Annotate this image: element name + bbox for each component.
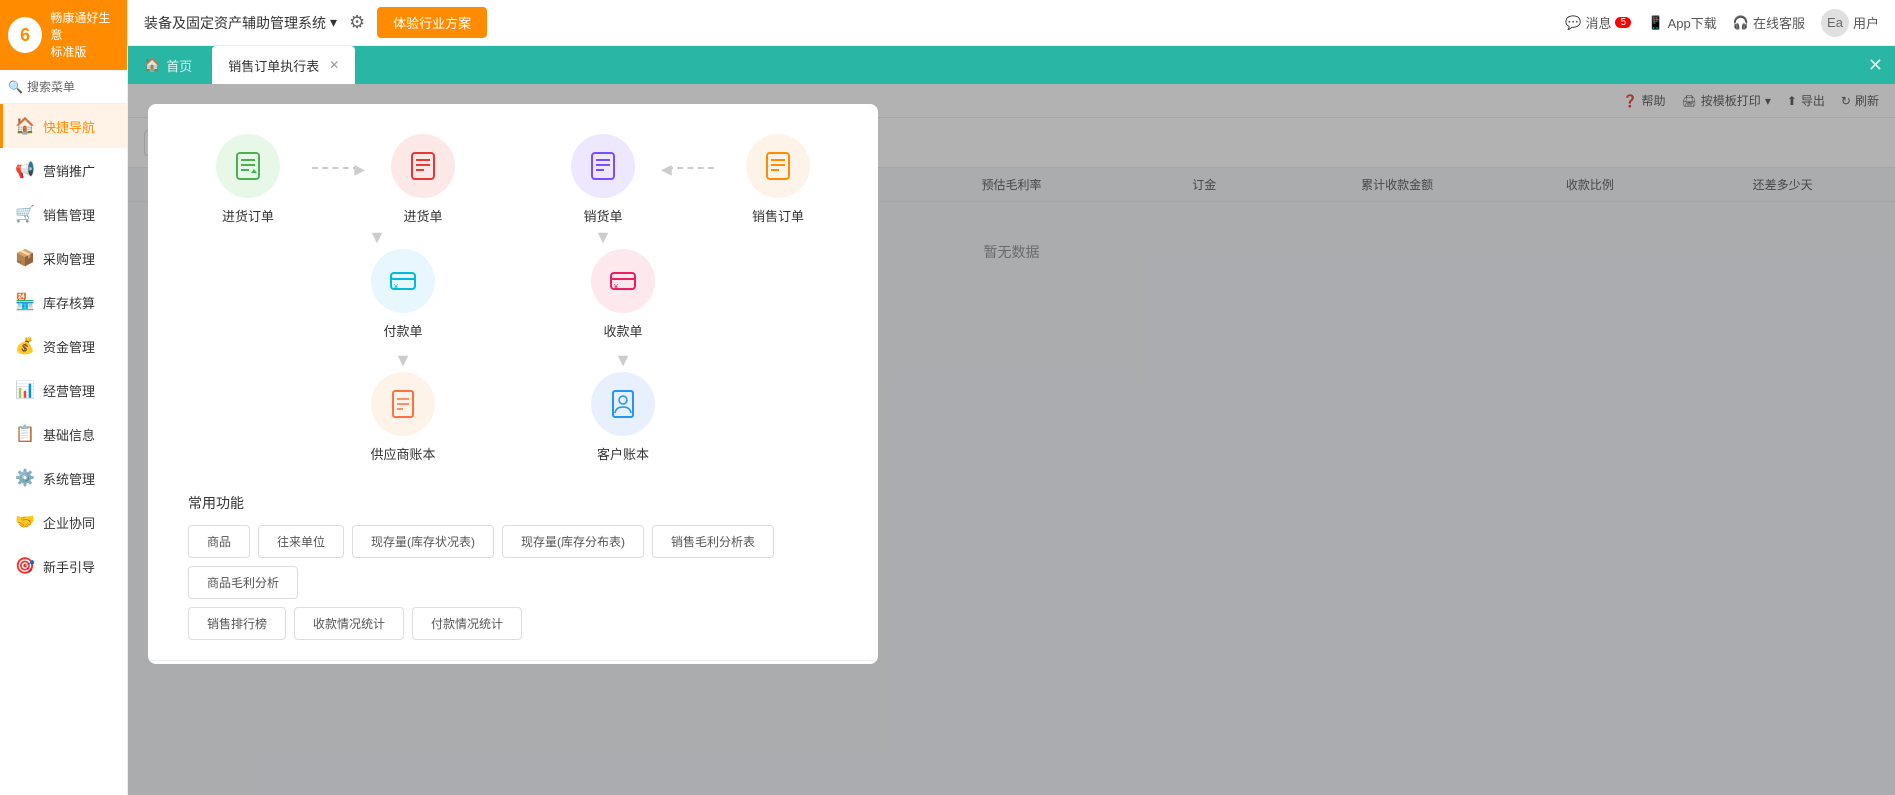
- top-bar-right: 💬 消息 5 📱 App下载 🎧 在线客服 Ea 用户: [1565, 9, 1879, 37]
- logo-text: 畅康通好生意 标准版: [50, 10, 119, 60]
- sidebar-item-basic-info[interactable]: 📋 基础信息: [0, 412, 127, 456]
- user-item[interactable]: Ea 用户: [1821, 9, 1879, 37]
- cf-btn-product-profit[interactable]: 商品毛利分析: [188, 566, 298, 599]
- dropdown-arrow-icon: ▾: [330, 14, 337, 31]
- flow-customer-ledger[interactable]: 客户账本: [563, 372, 683, 463]
- arrow-down-purchase: ▼: [368, 225, 386, 249]
- tab-bar-close-icon[interactable]: ✕: [1868, 55, 1883, 76]
- flow-payment[interactable]: ¥ 付款单: [343, 249, 463, 340]
- operations-icon: 📊: [15, 380, 35, 400]
- sidebar-item-inventory[interactable]: 🏪 库存核算: [0, 280, 127, 324]
- flow-purchase-order[interactable]: 进货订单: [188, 134, 308, 225]
- sidebar-item-enterprise[interactable]: 🤝 企业协同: [0, 500, 127, 544]
- main-area: 装备及固定资产辅助管理系统 ▾ ⚙ 体验行业方案 💬 消息 5 📱 App下载 …: [128, 0, 1895, 795]
- search-icon: 🔍: [8, 80, 23, 94]
- sales-order-icon: [746, 134, 810, 198]
- arrow-down-payment: ▼: [394, 348, 412, 372]
- cf-btn-party[interactable]: 往来单位: [258, 525, 344, 558]
- guide-icon: 🎯: [15, 556, 35, 576]
- sidebar-nav: 🏠 快捷导航 📢 营销推广 🛒 销售管理 📦 采购管理 🏪 库存核算 💰: [0, 104, 127, 795]
- cf-title: 常用功能: [188, 493, 838, 513]
- sales-icon: 🛒: [15, 204, 35, 224]
- tab-home[interactable]: 🏠 首页: [128, 46, 208, 84]
- home-icon: 🏠: [144, 57, 160, 73]
- flow-sales-order[interactable]: 销售订单: [718, 134, 838, 225]
- common-functions: 常用功能 商品 往来单位 现存量(库存状况表) 现存量(库存分布表) 销售毛利分…: [148, 493, 878, 660]
- cf-btn-stock-status[interactable]: 现存量(库存状况表): [352, 525, 494, 558]
- cf-btn-sales-rank[interactable]: 销售排行榜: [188, 607, 286, 640]
- tab-sales-order[interactable]: 销售订单执行表 ✕: [212, 46, 355, 84]
- arrow-down-sales: ▼: [594, 225, 612, 249]
- service-icon: 🎧: [1733, 15, 1749, 31]
- sidebar-item-guide[interactable]: 🎯 新手引导: [0, 544, 127, 588]
- cf-btn-sales-profit[interactable]: 销售毛利分析表: [652, 525, 774, 558]
- basic-info-icon: 📋: [15, 424, 35, 444]
- finance-icon: 💰: [15, 336, 35, 356]
- app-download-item[interactable]: 📱 App下载: [1647, 13, 1716, 32]
- system-icon: ⚙️: [15, 468, 35, 488]
- flow-supplier-ledger[interactable]: 供应商账本: [343, 372, 463, 463]
- experience-btn[interactable]: 体验行业方案: [377, 7, 487, 38]
- cf-btn-stock-dist[interactable]: 现存量(库存分布表): [502, 525, 644, 558]
- inventory-icon: 🏪: [15, 292, 35, 312]
- cf-btn-product[interactable]: 商品: [188, 525, 250, 558]
- system-title-text: 装备及固定资产辅助管理系统: [144, 13, 326, 33]
- sidebar: 6 畅康通好生意 标准版 🔍 搜索菜单 🏠 快捷导航 📢 营销推广 🛒 销售管理: [0, 0, 128, 795]
- logo-icon: 6: [8, 17, 42, 53]
- arrow-down-receipt: ▼: [614, 348, 632, 372]
- supplier-ledger-icon: [371, 372, 435, 436]
- cf-buttons-row2: 销售排行榜 收款情况统计 付款情况统计: [188, 607, 838, 640]
- flow-diagram: 进货订单 ▶ 进货单: [148, 104, 878, 493]
- sidebar-item-sales[interactable]: 🛒 销售管理: [0, 192, 127, 236]
- receipt-icon: ¥: [591, 249, 655, 313]
- purchase-order-icon: [216, 134, 280, 198]
- sales-bill-icon: [571, 134, 635, 198]
- payment-icon: ¥: [371, 249, 435, 313]
- customer-ledger-icon: [591, 372, 655, 436]
- message-item[interactable]: 💬 消息 5: [1565, 13, 1631, 32]
- online-service-item[interactable]: 🎧 在线客服: [1733, 13, 1805, 32]
- user-avatar: Ea: [1821, 9, 1849, 37]
- sidebar-item-finance[interactable]: 💰 资金管理: [0, 324, 127, 368]
- download-icon: 📱: [1647, 15, 1663, 31]
- flow-receipt[interactable]: ¥ 收款单: [563, 249, 683, 340]
- sidebar-item-marketing[interactable]: 📢 营销推广: [0, 148, 127, 192]
- sidebar-item-system[interactable]: ⚙️ 系统管理: [0, 456, 127, 500]
- flow-sales-bill[interactable]: 销货单: [543, 134, 663, 225]
- flow-purchase-bill[interactable]: 进货单: [363, 134, 483, 225]
- modal-overlay: 进货订单 ▶ 进货单: [128, 84, 1895, 795]
- quick-nav-icon: 🏠: [15, 116, 35, 136]
- tab-bar: 🏠 首页 销售订单执行表 ✕ ✕: [128, 46, 1895, 84]
- top-bar: 装备及固定资产辅助管理系统 ▾ ⚙ 体验行业方案 💬 消息 5 📱 App下载 …: [128, 0, 1895, 46]
- marketing-icon: 📢: [15, 160, 35, 180]
- purchase-bill-icon: [391, 134, 455, 198]
- svg-text:¥: ¥: [614, 284, 618, 291]
- sidebar-logo: 6 畅康通好生意 标准版: [0, 0, 127, 70]
- sidebar-item-quick-nav[interactable]: 🏠 快捷导航: [0, 104, 127, 148]
- purchase-icon: 📦: [15, 248, 35, 268]
- cf-btn-receipt-stats[interactable]: 收款情况统计: [294, 607, 404, 640]
- settings-icon[interactable]: ⚙: [349, 12, 365, 33]
- cf-btn-payment-stats[interactable]: 付款情况统计: [412, 607, 522, 640]
- modal-scrollbar: ◀ ▶: [148, 660, 878, 664]
- enterprise-icon: 🤝: [15, 512, 35, 532]
- tab-close-icon[interactable]: ✕: [329, 58, 339, 72]
- quick-guide-modal: 进货订单 ▶ 进货单: [148, 104, 878, 664]
- sidebar-item-purchase[interactable]: 📦 采购管理: [0, 236, 127, 280]
- search-menu[interactable]: 🔍 搜索菜单: [0, 70, 127, 104]
- content-area: ❓ 帮助 🖨 按模板打印 ▾ ⬆ 导出 ↻ 刷新: [128, 84, 1895, 795]
- cf-buttons: 商品 往来单位 现存量(库存状况表) 现存量(库存分布表) 销售毛利分析表 商品…: [188, 525, 838, 599]
- sidebar-item-operations[interactable]: 📊 经营管理: [0, 368, 127, 412]
- message-icon: 💬: [1565, 15, 1581, 31]
- system-title-dropdown[interactable]: 装备及固定资产辅助管理系统 ▾: [144, 13, 337, 33]
- svg-text:¥: ¥: [394, 284, 398, 291]
